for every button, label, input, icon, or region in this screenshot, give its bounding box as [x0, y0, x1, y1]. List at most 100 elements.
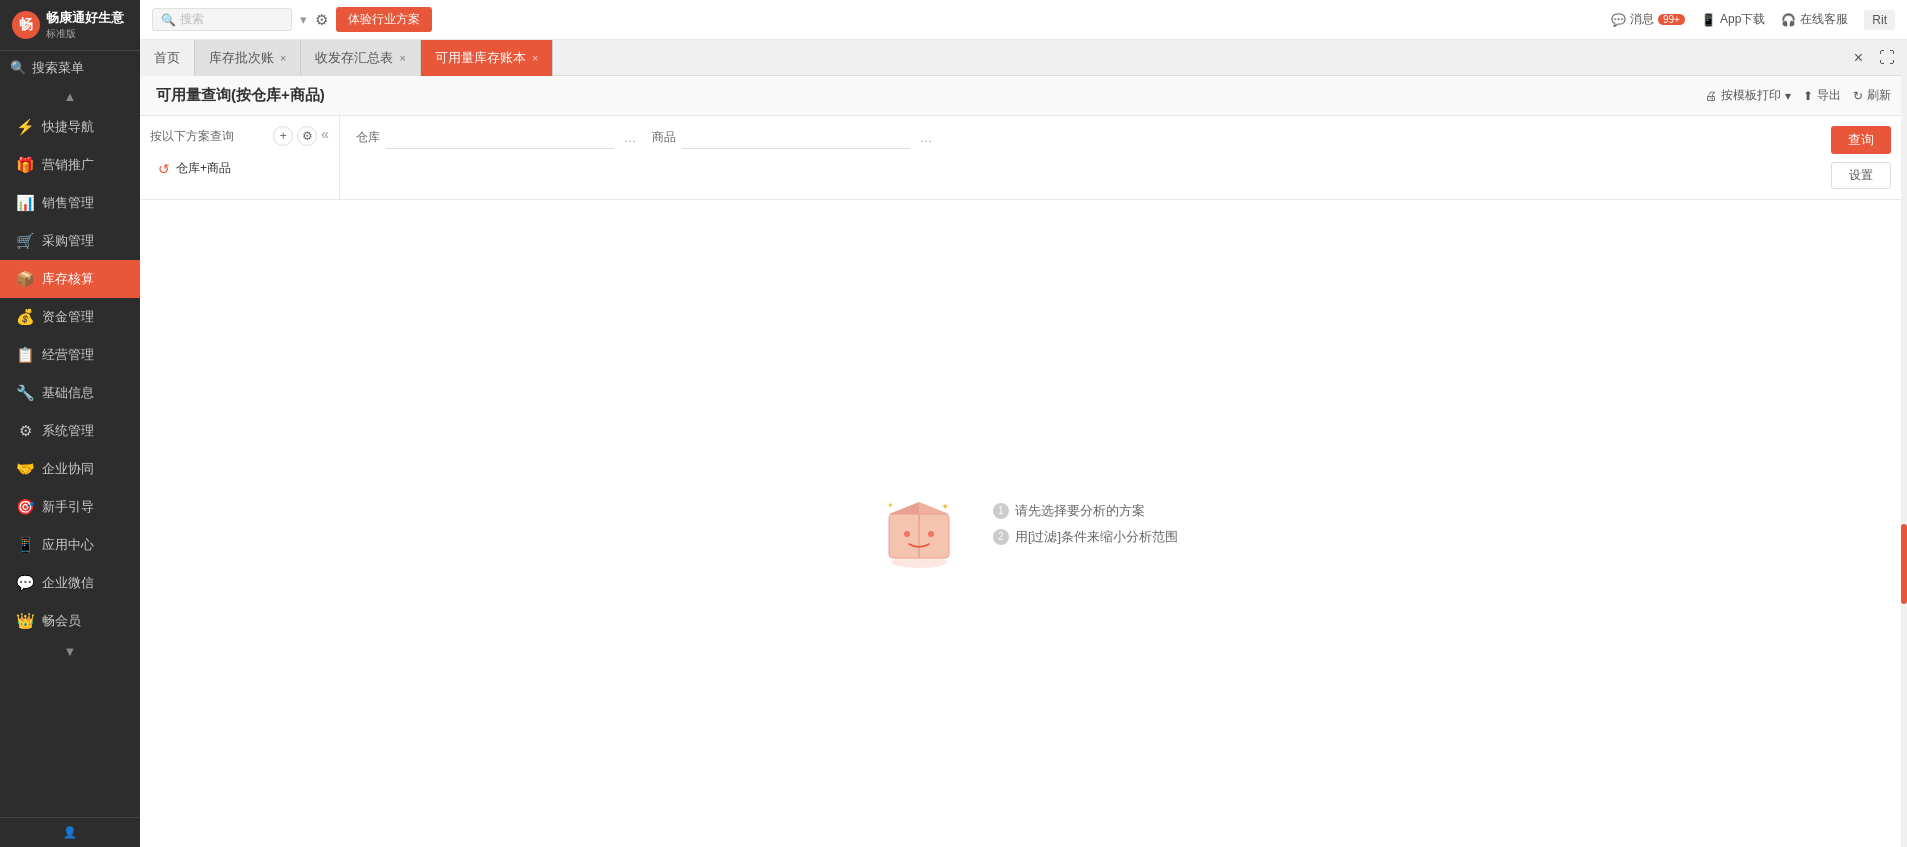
topbar-online-service[interactable]: 🎧 在线客服 [1781, 11, 1848, 28]
sidebar-item-enterprise[interactable]: 🤝 企业协同 [0, 450, 140, 488]
message-badge: 99+ [1658, 14, 1685, 25]
tab-available-book[interactable]: 可用量库存账本 × [421, 40, 553, 76]
inventory-label: 库存核算 [42, 270, 94, 288]
sidebar-item-guide[interactable]: 🎯 新手引导 [0, 488, 140, 526]
tab-home[interactable]: 首页 [140, 40, 195, 76]
app-edition: 标准版 [46, 27, 124, 40]
tip-text-2: 用[过滤]条件来缩小分析范围 [1015, 524, 1178, 550]
filter-scheme-header: 按以下方案查询 + ⚙ « [150, 126, 329, 146]
scheme-label: 仓库+商品 [176, 160, 231, 177]
sidebar-item-appstore[interactable]: 📱 应用中心 [0, 526, 140, 564]
marketing-label: 营销推广 [42, 156, 94, 174]
collapse-button[interactable]: « [321, 126, 329, 146]
settings-scheme-button[interactable]: ⚙ [297, 126, 317, 146]
basic-label: 基础信息 [42, 384, 94, 402]
sidebar-item-marketing[interactable]: 🎁 营销推广 [0, 146, 140, 184]
topbar: 🔍 搜索 ▾ ⚙ 体验行业方案 💬 消息 99+ 📱 App下载 🎧 在线客服 … [140, 0, 1907, 40]
message-icon: 💬 [1611, 13, 1626, 27]
warehouse-input[interactable] [386, 126, 614, 149]
sidebar-item-vip[interactable]: 👑 畅会员 [0, 602, 140, 640]
app-name: 畅康通好生意 [46, 10, 124, 27]
purchase-icon: 🛒 [16, 232, 34, 250]
warehouse-more-icon[interactable]: … [624, 131, 636, 145]
sidebar-scroll-down[interactable]: ▼ [0, 640, 140, 663]
tab-batch-account-close[interactable]: × [280, 52, 286, 64]
tab-expand-button[interactable]: ⛶ [1875, 45, 1899, 71]
print-icon: 🖨 [1705, 89, 1717, 103]
refresh-icon: ↻ [1853, 89, 1863, 103]
sidebar-item-sales[interactable]: 📊 销售管理 [0, 184, 140, 222]
tab-receive-send-label: 收发存汇总表 [315, 49, 393, 67]
refresh-button[interactable]: ↻ 刷新 [1853, 87, 1891, 104]
query-actions: 查询 设置 [1815, 116, 1907, 199]
filter-goods: 商品 … [652, 126, 932, 149]
sidebar-scroll-up[interactable]: ▲ [0, 85, 140, 108]
query-button[interactable]: 查询 [1831, 126, 1891, 154]
sidebar-item-operations[interactable]: 📋 经营管理 [0, 336, 140, 374]
system-icon: ⚙ [16, 422, 34, 440]
sidebar-item-quick-nav[interactable]: ⚡ 快捷导航 [0, 108, 140, 146]
export-label: 导出 [1817, 87, 1841, 104]
tabbar-actions: × ⛶ [1850, 45, 1907, 71]
topbar-search[interactable]: 🔍 搜索 [152, 8, 292, 31]
appstore-label: 应用中心 [42, 536, 94, 554]
sidebar-item-inventory[interactable]: 📦 库存核算 [0, 260, 140, 298]
tab-home-label: 首页 [154, 49, 180, 67]
add-scheme-button[interactable]: + [273, 126, 293, 146]
sidebar-item-finance[interactable]: 💰 资金管理 [0, 298, 140, 336]
topbar-gear-icon[interactable]: ⚙ [315, 11, 328, 29]
topbar-dropdown-arrow[interactable]: ▾ [300, 12, 307, 27]
filter-fields: 仓库 … 商品 … [340, 116, 1815, 199]
guide-icon: 🎯 [16, 498, 34, 516]
trial-button[interactable]: 体验行业方案 [336, 7, 432, 32]
tabbar: 首页 库存批次账 × 收发存汇总表 × 可用量库存账本 × × ⛶ [140, 40, 1907, 76]
export-button[interactable]: ⬆ 导出 [1803, 87, 1841, 104]
tab-batch-account[interactable]: 库存批次账 × [195, 40, 301, 76]
sidebar-item-system[interactable]: ⚙ 系统管理 [0, 412, 140, 450]
tab-close-button[interactable]: × [1850, 45, 1867, 71]
finance-label: 资金管理 [42, 308, 94, 326]
sidebar-item-purchase[interactable]: 🛒 采购管理 [0, 222, 140, 260]
print-button[interactable]: 🖨 按模板打印 ▾ [1705, 87, 1791, 104]
topbar-username[interactable]: Rit [1864, 10, 1895, 30]
enterprise-label: 企业协同 [42, 460, 94, 478]
settings-scheme-icon: ⚙ [302, 129, 313, 143]
topbar-message[interactable]: 💬 消息 99+ [1611, 11, 1685, 28]
operations-icon: 📋 [16, 346, 34, 364]
print-label: 按模板打印 [1721, 87, 1781, 104]
quick-nav-label: 快捷导航 [42, 118, 94, 136]
refresh-label: 刷新 [1867, 87, 1891, 104]
goods-input[interactable] [682, 126, 910, 149]
page-header: 可用量查询(按仓库+商品) 🖨 按模板打印 ▾ ⬆ 导出 ↻ 刷新 [140, 76, 1907, 116]
export-icon: ⬆ [1803, 89, 1813, 103]
sidebar-item-wechat[interactable]: 💬 企业微信 [0, 564, 140, 602]
tip-num-2: 2 [993, 529, 1009, 545]
empty-state: ✦ ✦ 1 请先选择要分析的方案 2 用[过滤]条件来缩小分析范围 [140, 200, 1907, 847]
tab-receive-send-close[interactable]: × [399, 52, 405, 64]
tab-batch-account-label: 库存批次账 [209, 49, 274, 67]
sidebar-search[interactable]: 🔍 搜索菜单 [0, 51, 140, 85]
goods-more-icon[interactable]: … [920, 131, 932, 145]
sidebar-item-basic[interactable]: 🔧 基础信息 [0, 374, 140, 412]
topbar-search-icon: 🔍 [161, 13, 176, 27]
operations-label: 经营管理 [42, 346, 94, 364]
tab-available-book-close[interactable]: × [532, 52, 538, 64]
appstore-icon: 📱 [16, 536, 34, 554]
basic-icon: 🔧 [16, 384, 34, 402]
side-scrollbar[interactable] [1901, 40, 1907, 847]
empty-state-image: ✦ ✦ [869, 474, 969, 574]
print-dropdown-icon[interactable]: ▾ [1785, 89, 1791, 103]
tab-receive-send[interactable]: 收发存汇总表 × [301, 40, 420, 76]
sidebar-bottom-user[interactable]: 👤 [0, 817, 140, 847]
purchase-label: 采购管理 [42, 232, 94, 250]
logo-text: 畅康通好生意 标准版 [46, 10, 124, 40]
marketing-icon: 🎁 [16, 156, 34, 174]
filter-scheme-panel: 按以下方案查询 + ⚙ « ↺ 仓库+商品 [140, 116, 340, 199]
tip-num-1: 1 [993, 503, 1009, 519]
quick-nav-icon: ⚡ [16, 118, 34, 136]
svg-point-6 [904, 531, 910, 537]
filter-settings-button[interactable]: 设置 [1831, 162, 1891, 189]
scheme-item[interactable]: ↺ 仓库+商品 [150, 154, 329, 183]
topbar-app-download[interactable]: 📱 App下载 [1701, 11, 1765, 28]
filter-warehouse: 仓库 … [356, 126, 636, 149]
